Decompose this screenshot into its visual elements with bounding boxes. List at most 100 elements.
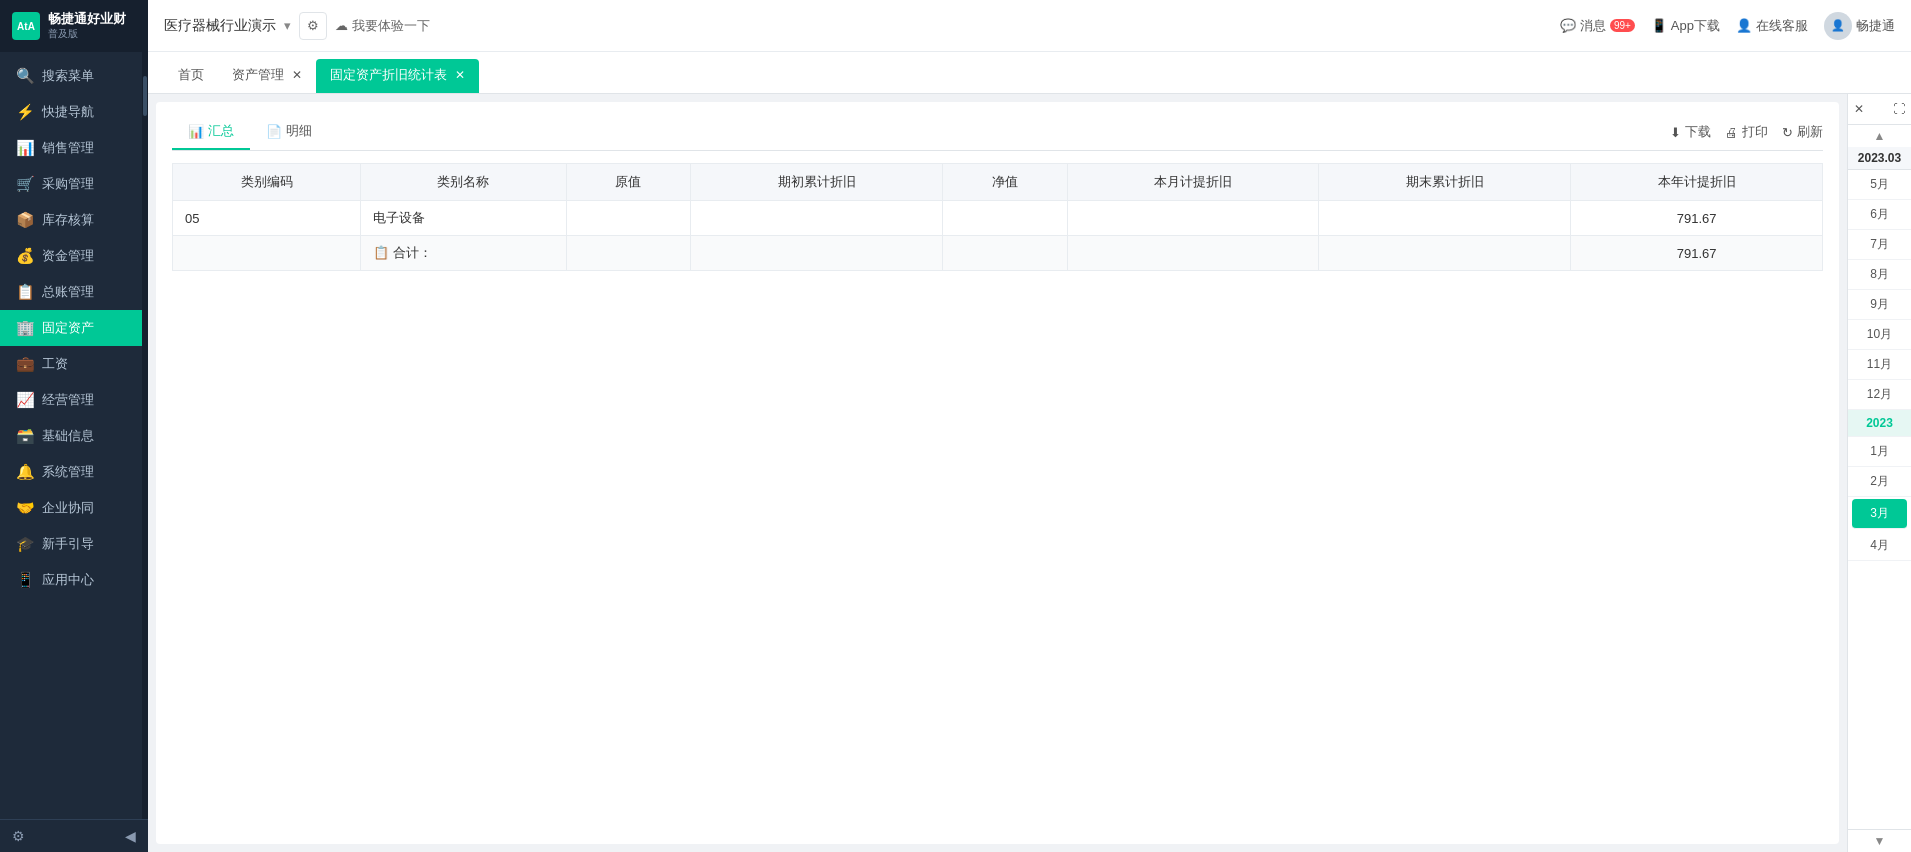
table-cell: 电子设备 bbox=[361, 201, 566, 236]
sub-tab-icon-summary: 📊 bbox=[188, 124, 204, 139]
sidebar-label-search: 搜索菜单 bbox=[42, 67, 94, 85]
app-download-button[interactable]: 📱 App下载 bbox=[1651, 17, 1720, 35]
sidebar-item-inventory[interactable]: 📦 库存核算 bbox=[0, 202, 142, 238]
sidebar-label-finance: 资金管理 bbox=[42, 247, 94, 265]
table-total-cell bbox=[1319, 236, 1571, 271]
table-cell bbox=[1319, 201, 1571, 236]
sidebar-icon-operations: 📈 bbox=[16, 391, 34, 409]
table-total-cell bbox=[173, 236, 361, 271]
print-label: 打印 bbox=[1742, 123, 1768, 141]
topbar-right: 💬 消息 99+ 📱 App下载 👤 在线客服 👤 畅捷通 bbox=[1560, 12, 1895, 40]
date-scroll-up-icon[interactable]: ▲ bbox=[1874, 129, 1886, 143]
sidebar-item-quick-nav[interactable]: ⚡ 快捷导航 bbox=[0, 94, 142, 130]
date-month-item[interactable]: 9月 bbox=[1848, 290, 1911, 320]
sidebar-label-purchase: 采购管理 bbox=[42, 175, 94, 193]
date-month-item[interactable]: 1月 bbox=[1848, 437, 1911, 467]
table-total-cell bbox=[1067, 236, 1319, 271]
refresh-icon: ↻ bbox=[1782, 125, 1793, 140]
experience-button[interactable]: ☁ 我要体验一下 bbox=[335, 17, 430, 35]
sub-tab-summary[interactable]: 📊 汇总 bbox=[172, 114, 250, 150]
sidebar-item-system[interactable]: 🔔 系统管理 bbox=[0, 454, 142, 490]
download-button[interactable]: ⬇ 下载 bbox=[1670, 123, 1711, 141]
sidebar-label-guide: 新手引导 bbox=[42, 535, 94, 553]
topbar-left: 医疗器械行业演示 ▾ ⚙ ☁ 我要体验一下 bbox=[164, 12, 430, 40]
date-month-item[interactable]: 10月 bbox=[1848, 320, 1911, 350]
table-total-cell: 📋合计： bbox=[361, 236, 566, 271]
logo-icon: AtA bbox=[12, 12, 40, 40]
tab-asset-mgmt[interactable]: 资产管理✕ bbox=[218, 59, 316, 93]
sidebar-icon-finance: 💰 bbox=[16, 247, 34, 265]
sidebar-icon-fixed-assets: 🏢 bbox=[16, 319, 34, 337]
date-scroll-down-icon[interactable]: ▼ bbox=[1874, 834, 1886, 848]
notifications-badge: 99+ bbox=[1610, 19, 1635, 32]
settings-icon[interactable]: ⚙ bbox=[12, 828, 25, 844]
main-content: 医疗器械行业演示 ▾ ⚙ ☁ 我要体验一下 💬 消息 99+ 📱 App下载 👤 bbox=[148, 0, 1911, 852]
date-month-item[interactable]: 4月 bbox=[1848, 531, 1911, 561]
date-month-item[interactable]: 5月 bbox=[1848, 170, 1911, 200]
tab-close-asset-mgmt[interactable]: ✕ bbox=[292, 68, 302, 82]
date-month-selected[interactable]: 3月 bbox=[1852, 499, 1907, 529]
sidebar: AtA 畅捷通好业财 普及版 🔍 搜索菜单 ⚡ 快捷导航 📊 销售管理 🛒 采购… bbox=[0, 0, 148, 852]
notifications-button[interactable]: 💬 消息 99+ bbox=[1560, 17, 1635, 35]
sidebar-item-cooperation[interactable]: 🤝 企业协同 bbox=[0, 490, 142, 526]
user-avatar: 👤 bbox=[1824, 12, 1852, 40]
sub-tab-detail[interactable]: 📄明细 bbox=[250, 114, 328, 150]
table-row: 05电子设备791.67 bbox=[173, 201, 1823, 236]
refresh-label: 刷新 bbox=[1797, 123, 1823, 141]
sidebar-item-fixed-assets[interactable]: 🏢 固定资产 bbox=[0, 310, 142, 346]
tab-fixed-asset-depreciation[interactable]: 固定资产折旧统计表✕ bbox=[316, 59, 479, 93]
sidebar-item-purchase[interactable]: 🛒 采购管理 bbox=[0, 166, 142, 202]
sidebar-label-app-center: 应用中心 bbox=[42, 571, 94, 589]
table-total-cell bbox=[691, 236, 943, 271]
sidebar-label-system: 系统管理 bbox=[42, 463, 94, 481]
date-scroll: 5月6月7月8月9月10月11月12月20231月2月3月4月 bbox=[1848, 170, 1911, 829]
sidebar-item-salary[interactable]: 💼 工资 bbox=[0, 346, 142, 382]
user-avatar-icon: 👤 bbox=[1831, 19, 1845, 32]
table-cell bbox=[566, 201, 691, 236]
date-month-item[interactable]: 12月 bbox=[1848, 380, 1911, 410]
sidebar-header: AtA 畅捷通好业财 普及版 bbox=[0, 0, 148, 52]
app-subtitle: 普及版 bbox=[48, 27, 126, 41]
table-total-cell bbox=[942, 236, 1067, 271]
company-dropdown-icon[interactable]: ▾ bbox=[284, 18, 291, 33]
total-icon: 📋 bbox=[373, 245, 389, 260]
date-month-item[interactable]: 11月 bbox=[1848, 350, 1911, 380]
sidebar-icon-quick-nav: ⚡ bbox=[16, 103, 34, 121]
date-panel-header: ✕ ⛶ bbox=[1848, 94, 1911, 125]
table-cell: 791.67 bbox=[1571, 201, 1823, 236]
sidebar-item-basic-info[interactable]: 🗃️ 基础信息 bbox=[0, 418, 142, 454]
company-name: 医疗器械行业演示 bbox=[164, 17, 276, 35]
experience-icon: ☁ bbox=[335, 18, 348, 33]
sidebar-item-ledger[interactable]: 📋 总账管理 bbox=[0, 274, 142, 310]
sidebar-item-sales[interactable]: 📊 销售管理 bbox=[0, 130, 142, 166]
date-panel-expand-icon[interactable]: ⛶ bbox=[1893, 102, 1905, 116]
online-service-button[interactable]: 👤 在线客服 bbox=[1736, 17, 1808, 35]
date-panel-close-icon[interactable]: ✕ bbox=[1854, 102, 1864, 116]
date-month-item[interactable]: 8月 bbox=[1848, 260, 1911, 290]
app-title: 畅捷通好业财 bbox=[48, 11, 126, 27]
sub-tab-label-summary: 汇总 bbox=[208, 122, 234, 140]
sidebar-item-guide[interactable]: 🎓 新手引导 bbox=[0, 526, 142, 562]
tab-close-fixed-asset-depreciation[interactable]: ✕ bbox=[455, 68, 465, 82]
sidebar-item-search[interactable]: 🔍 搜索菜单 bbox=[0, 58, 142, 94]
sidebar-icon-sales: 📊 bbox=[16, 139, 34, 157]
topbar-settings-button[interactable]: ⚙ bbox=[299, 12, 327, 40]
tab-home[interactable]: 首页 bbox=[164, 59, 218, 93]
user-menu-button[interactable]: 👤 畅捷通 bbox=[1824, 12, 1895, 40]
table-header: 期初累计折旧 bbox=[691, 164, 943, 201]
date-month-item[interactable]: 2月 bbox=[1848, 467, 1911, 497]
refresh-button[interactable]: ↻ 刷新 bbox=[1782, 123, 1823, 141]
table-header: 本月计提折旧 bbox=[1067, 164, 1319, 201]
collapse-icon[interactable]: ◀ bbox=[125, 828, 136, 844]
sidebar-label-fixed-assets: 固定资产 bbox=[42, 319, 94, 337]
sidebar-icon-ledger: 📋 bbox=[16, 283, 34, 301]
sidebar-icon-inventory: 📦 bbox=[16, 211, 34, 229]
topbar: 医疗器械行业演示 ▾ ⚙ ☁ 我要体验一下 💬 消息 99+ 📱 App下载 👤 bbox=[148, 0, 1911, 52]
sidebar-item-operations[interactable]: 📈 经营管理 bbox=[0, 382, 142, 418]
date-month-item[interactable]: 6月 bbox=[1848, 200, 1911, 230]
app-download-icon: 📱 bbox=[1651, 18, 1667, 33]
date-month-item[interactable]: 7月 bbox=[1848, 230, 1911, 260]
sidebar-item-finance[interactable]: 💰 资金管理 bbox=[0, 238, 142, 274]
print-button[interactable]: 🖨 打印 bbox=[1725, 123, 1768, 141]
sidebar-item-app-center[interactable]: 📱 应用中心 bbox=[0, 562, 142, 598]
